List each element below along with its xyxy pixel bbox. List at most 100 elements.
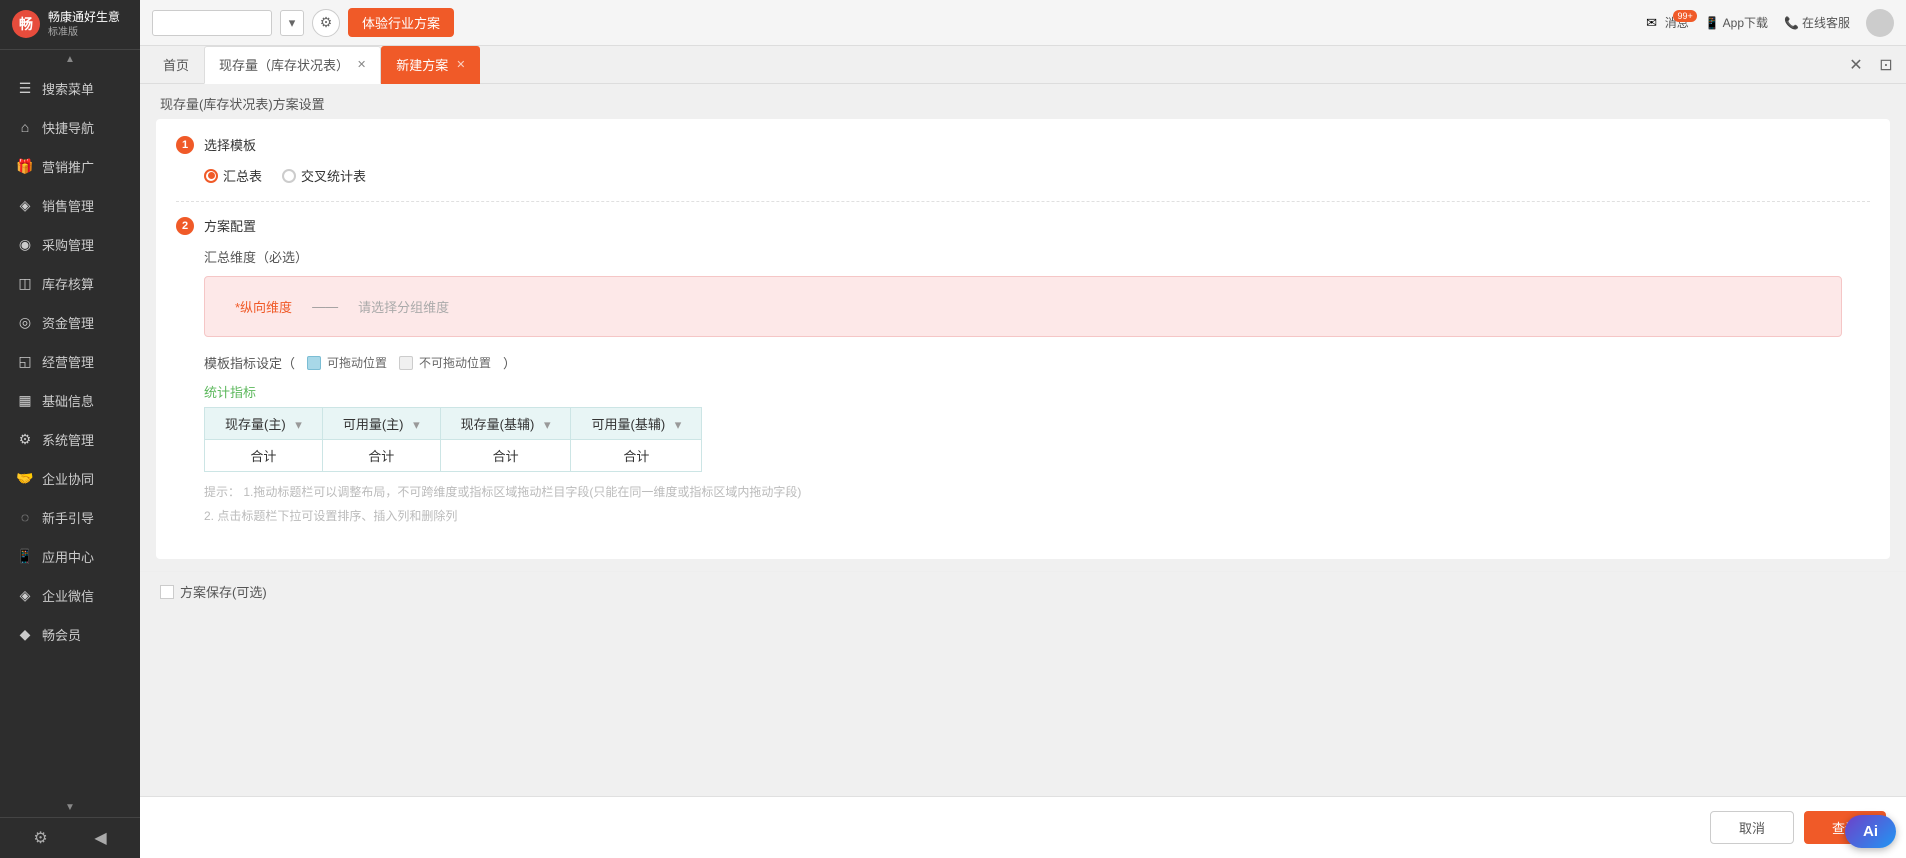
save-checkbox[interactable] [160,585,174,599]
sidebar-logo: 畅 畅康通好生意 标准版 [0,0,140,50]
sidebar-item-quick-nav[interactable]: ⌂ 快捷导航 [0,108,140,147]
sidebar-label: 应用中心 [42,547,94,566]
sidebar-item-newbie[interactable]: ◌ 新手引导 [0,498,140,537]
sidebar-bottom: ⚙ ◀ [0,817,140,858]
table-row: 合计 合计 合计 合计 [205,440,702,472]
sidebar-item-inventory[interactable]: ◫ 库存核算 [0,264,140,303]
save-label: 方案保存(可选) [180,582,267,601]
tab-expand-icon[interactable]: ⊡ [1874,53,1898,77]
radio-cross[interactable]: 交叉统计表 [282,166,366,185]
step2-header: 2 方案配置 [176,216,1870,235]
user-avatar[interactable] [1866,9,1894,37]
sidebar-label: 系统管理 [42,430,94,449]
col2-header[interactable]: 可用量(主) ▾ [322,408,440,440]
app-download-link[interactable]: 📱 App下载 [1705,14,1768,31]
tip2: 2. 点击标题栏下拉可设置排序、插入列和删除列 [204,506,1842,528]
topbar-search-input[interactable] [152,10,272,36]
tip1: 提示： 1.拖动标题栏可以调整布局，不可跨维度或指标区域拖动栏目字段(只能在同一… [204,482,1842,504]
config-panel: 1 选择模板 汇总表 交叉统计表 2 方案配置 汇总维度（ [156,119,1890,559]
sidebar-item-operations[interactable]: ◱ 经营管理 [0,342,140,381]
message-badge: 99+ [1673,10,1696,22]
sidebar-label: 搜索菜单 [42,79,94,98]
sidebar-item-corp-wechat[interactable]: ◈ 企业微信 [0,576,140,615]
indicator-settings: 模板指标设定（ 可拖动位置 不可拖动位置 ） [204,353,1842,372]
col3-cell: 合计 [440,440,571,472]
col1-arrow: ▾ [295,417,302,432]
sidebar-nav: ☰ 搜索菜单 ⌂ 快捷导航 🎁 营销推广 ◈ 销售管理 ◉ 采购管理 ◫ 库存核… [0,69,140,798]
radio-cross-label: 交叉统计表 [301,166,366,185]
col1-header[interactable]: 现存量(主) ▾ [205,408,323,440]
cancel-button[interactable]: 取消 [1710,811,1794,844]
sidebar-label: 采购管理 [42,235,94,254]
member-icon: ◆ [16,626,34,643]
marketing-icon: 🎁 [16,158,34,175]
legend-movable-box [307,356,321,370]
sidebar-item-search-menu[interactable]: ☰ 搜索菜单 [0,69,140,108]
message-icon[interactable]: ✉ 99+ 消息 [1646,14,1689,31]
sidebar-label: 快捷导航 [42,118,94,137]
sidebar-item-enterprise[interactable]: 🤝 企业协同 [0,459,140,498]
page-content: 现存量(库存状况表)方案设置 1 选择模板 汇总表 交叉统计表 [140,84,1906,796]
step1-title: 选择模板 [204,135,256,154]
tab-home[interactable]: 首页 [148,46,204,84]
indicator-header: 模板指标设定（ 可拖动位置 不可拖动位置 ） [204,353,1842,372]
radio-cross-circle [282,169,296,183]
dimension-section-label: 汇总维度（必选） [204,247,1870,266]
dim-placeholder[interactable]: 请选择分组维度 [358,297,449,316]
sidebar-item-purchase[interactable]: ◉ 采购管理 [0,225,140,264]
radio-summary[interactable]: 汇总表 [204,166,262,185]
stats-label: 统计指标 [204,382,1842,401]
sidebar-item-member[interactable]: ◆ 畅会员 [0,615,140,654]
online-service-link[interactable]: 📞 在线客服 [1784,14,1850,31]
legend-movable-label: 可拖动位置 [327,354,387,371]
sidebar-item-basic-info[interactable]: ▦ 基础信息 [0,381,140,420]
col3-header[interactable]: 现存量(基辅) ▾ [440,408,571,440]
col4-header[interactable]: 可用量(基辅) ▾ [571,408,702,440]
dimension-area: *纵向维度 —— 请选择分组维度 [204,276,1842,337]
topbar-right: ✉ 99+ 消息 📱 App下载 📞 在线客服 [1646,9,1894,37]
sidebar-item-sales[interactable]: ◈ 销售管理 [0,186,140,225]
col2-cell: 合计 [322,440,440,472]
ai-corner-button[interactable]: Ai [1845,815,1896,848]
sidebar-label: 经营管理 [42,352,94,371]
col3-arrow: ▾ [544,417,551,432]
col1-label: 现存量(主) [225,417,286,432]
col4-arrow: ▾ [675,417,682,432]
tab-close-icon[interactable]: ✕ [1844,53,1868,77]
corp-wechat-icon: ◈ [16,587,34,604]
settings-icon[interactable]: ⚙ [33,828,47,848]
page-title: 现存量(库存状况表)方案设置 [140,84,1906,119]
sidebar-scroll-down[interactable]: ▼ [0,798,140,817]
sidebar-item-finance[interactable]: ◎ 资金管理 [0,303,140,342]
inventory-icon: ◫ [16,275,34,292]
sidebar-item-system[interactable]: ⚙ 系统管理 [0,420,140,459]
col2-label: 可用量(主) [343,417,404,432]
search-menu-icon: ☰ [16,80,34,97]
topbar-dropdown[interactable]: ▾ [280,10,304,36]
sidebar-item-marketing[interactable]: 🎁 营销推广 [0,147,140,186]
trial-industry-button[interactable]: 体验行业方案 [348,8,454,37]
indicator-suffix: ） [503,353,516,372]
col4-cell: 合计 [571,440,702,472]
collapse-icon[interactable]: ◀ [94,828,106,848]
logo-icon: 畅 [12,10,40,38]
tips: 提示： 1.拖动标题栏可以调整布局，不可跨维度或指标区域拖动栏目字段(只能在同一… [204,482,1842,527]
step2-badge: 2 [176,217,194,235]
quick-nav-icon: ⌂ [16,119,34,135]
tab-close-inventory[interactable]: ✕ [357,58,366,71]
tabs-bar: 首页 现存量（库存状况表） ✕ 新建方案 ✕ ✕ ⊡ [140,46,1906,84]
sidebar-scroll-up[interactable]: ▲ [0,50,140,69]
sidebar-label: 基础信息 [42,391,94,410]
sidebar-label: 企业微信 [42,586,94,605]
tab-inventory-status[interactable]: 现存量（库存状况表） ✕ [204,46,381,84]
purchase-icon: ◉ [16,236,34,253]
tab-new-scheme[interactable]: 新建方案 ✕ [381,46,480,84]
radio-summary-label: 汇总表 [223,166,262,185]
topbar-gear-icon[interactable]: ⚙ [312,9,340,37]
legend-fixed-box [399,356,413,370]
sidebar-label: 库存核算 [42,274,94,293]
tab-close-new-scheme[interactable]: ✕ [456,58,465,71]
sidebar-item-app-center[interactable]: 📱 应用中心 [0,537,140,576]
indicator-settings-label: 模板指标设定（ [204,353,295,372]
sidebar-label: 资金管理 [42,313,94,332]
